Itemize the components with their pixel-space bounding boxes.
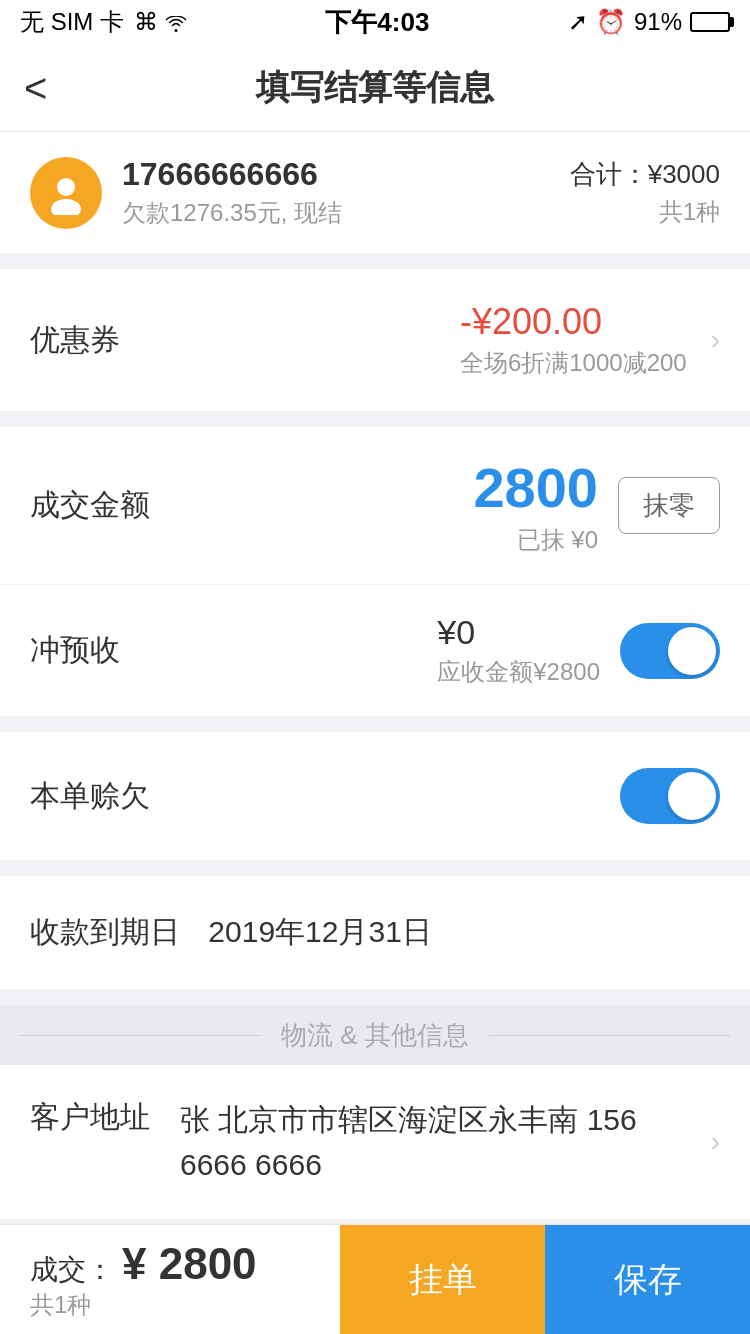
address-section: 客户地址 张 北京市市辖区海淀区永丰南 156 6666 6666 ›	[0, 1065, 750, 1219]
deal-amount-section: 成交金额 2800 已抹 ¥0 抹零 冲预收 ¥0 应收金额¥2800	[0, 427, 750, 716]
total-amount-label: 合计：¥3000	[570, 157, 720, 192]
customer-debt: 欠款1276.35元, 现结	[122, 197, 342, 229]
avatar	[30, 157, 102, 229]
precollect-label: 冲预收	[30, 630, 120, 671]
bottom-deal-row: 成交： ¥ 2800	[30, 1239, 310, 1289]
address-row[interactable]: 客户地址 张 北京市市辖区海淀区永丰南 156 6666 6666 ›	[0, 1065, 750, 1219]
wifi-icon: ⌘	[134, 8, 187, 36]
divider-line-right	[489, 1035, 730, 1036]
coupon-section: 优惠券 -¥200.00 全场6折满1000减200 ›	[0, 269, 750, 411]
status-left: 无 SIM 卡 ⌘	[20, 6, 187, 38]
logistics-divider-text: 物流 & 其他信息	[281, 1018, 469, 1053]
deal-amount-right: 2800 已抹 ¥0 抹零	[473, 455, 720, 556]
deal-amount-row: 成交金额 2800 已抹 ¥0 抹零	[0, 427, 750, 585]
toggle-knob	[668, 627, 716, 675]
save-button[interactable]: 保存	[545, 1225, 750, 1335]
customer-total: 合计：¥3000 共1种	[570, 157, 720, 228]
due-date-section: 收款到期日 2019年12月31日	[0, 876, 750, 989]
coupon-amount: -¥200.00	[460, 301, 687, 343]
overdue-section: 本单赊欠	[0, 732, 750, 860]
svg-point-1	[51, 199, 81, 215]
nav-bar: < 填写结算等信息	[0, 44, 750, 132]
customer-left: 17666666666 欠款1276.35元, 现结	[30, 156, 342, 229]
bottom-deal-label: 成交：	[30, 1251, 114, 1289]
customer-card: 17666666666 欠款1276.35元, 现结 合计：¥3000 共1种	[0, 132, 750, 253]
status-time: 下午4:03	[325, 5, 429, 40]
coupon-chevron-icon: ›	[711, 324, 720, 356]
carrier-label: 无 SIM 卡	[20, 6, 124, 38]
divider-line-left	[20, 1035, 261, 1036]
bottom-summary: 成交： ¥ 2800 共1种	[0, 1239, 340, 1321]
customer-info: 17666666666 欠款1276.35元, 现结	[122, 156, 342, 229]
address-label: 客户地址	[30, 1097, 150, 1138]
status-bar: 无 SIM 卡 ⌘ 下午4:03 ➚ ⏰ 91%	[0, 0, 750, 44]
deal-amount-label: 成交金额	[30, 485, 150, 526]
coupon-desc: 全场6折满1000减200	[460, 347, 687, 379]
status-right: ➚ ⏰ 91%	[568, 8, 730, 36]
bottom-count: 共1种	[30, 1289, 310, 1321]
back-button[interactable]: <	[24, 68, 47, 108]
round-zero-button[interactable]: 抹零	[618, 477, 720, 534]
precollect-toggle[interactable]	[620, 623, 720, 679]
battery-icon	[690, 12, 730, 32]
address-value: 张 北京市市辖区海淀区永丰南 156 6666 6666	[180, 1097, 695, 1187]
precollect-value: ¥0	[437, 613, 600, 652]
total-count-label: 共1种	[570, 196, 720, 228]
coupon-label: 优惠券	[30, 320, 120, 361]
hang-order-button[interactable]: 挂单	[340, 1225, 545, 1335]
customer-phone: 17666666666	[122, 156, 342, 193]
precollect-row: 冲预收 ¥0 应收金额¥2800	[0, 585, 750, 716]
overdue-toggle-knob	[668, 772, 716, 820]
bottom-deal-amount: ¥ 2800	[122, 1239, 257, 1289]
overdue-label: 本单赊欠	[30, 776, 150, 817]
address-chevron-icon: ›	[711, 1126, 720, 1158]
precollect-desc: 应收金额¥2800	[437, 656, 600, 688]
overdue-row: 本单赊欠	[0, 732, 750, 860]
location-icon: ➚	[568, 8, 588, 36]
deal-amount-value: 2800	[473, 455, 598, 520]
content-area: 17666666666 欠款1276.35元, 现结 合计：¥3000 共1种 …	[0, 132, 750, 1334]
battery-percent: 91%	[634, 8, 682, 36]
coupon-row[interactable]: 优惠券 -¥200.00 全场6折满1000减200 ›	[0, 269, 750, 411]
due-date-label: 收款到期日	[30, 915, 180, 948]
due-date-value: 2019年12月31日	[208, 915, 431, 948]
deal-amount-sub: 已抹 ¥0	[473, 524, 598, 556]
svg-point-0	[57, 178, 75, 196]
alarm-icon: ⏰	[596, 8, 626, 36]
precollect-right: ¥0 应收金额¥2800	[437, 613, 720, 688]
bottom-bar: 成交： ¥ 2800 共1种 挂单 保存	[0, 1224, 750, 1334]
logistics-divider: 物流 & 其他信息	[0, 1005, 750, 1065]
page-title: 填写结算等信息	[256, 65, 494, 111]
coupon-right: -¥200.00 全场6折满1000减200 ›	[460, 301, 720, 379]
overdue-toggle[interactable]	[620, 768, 720, 824]
